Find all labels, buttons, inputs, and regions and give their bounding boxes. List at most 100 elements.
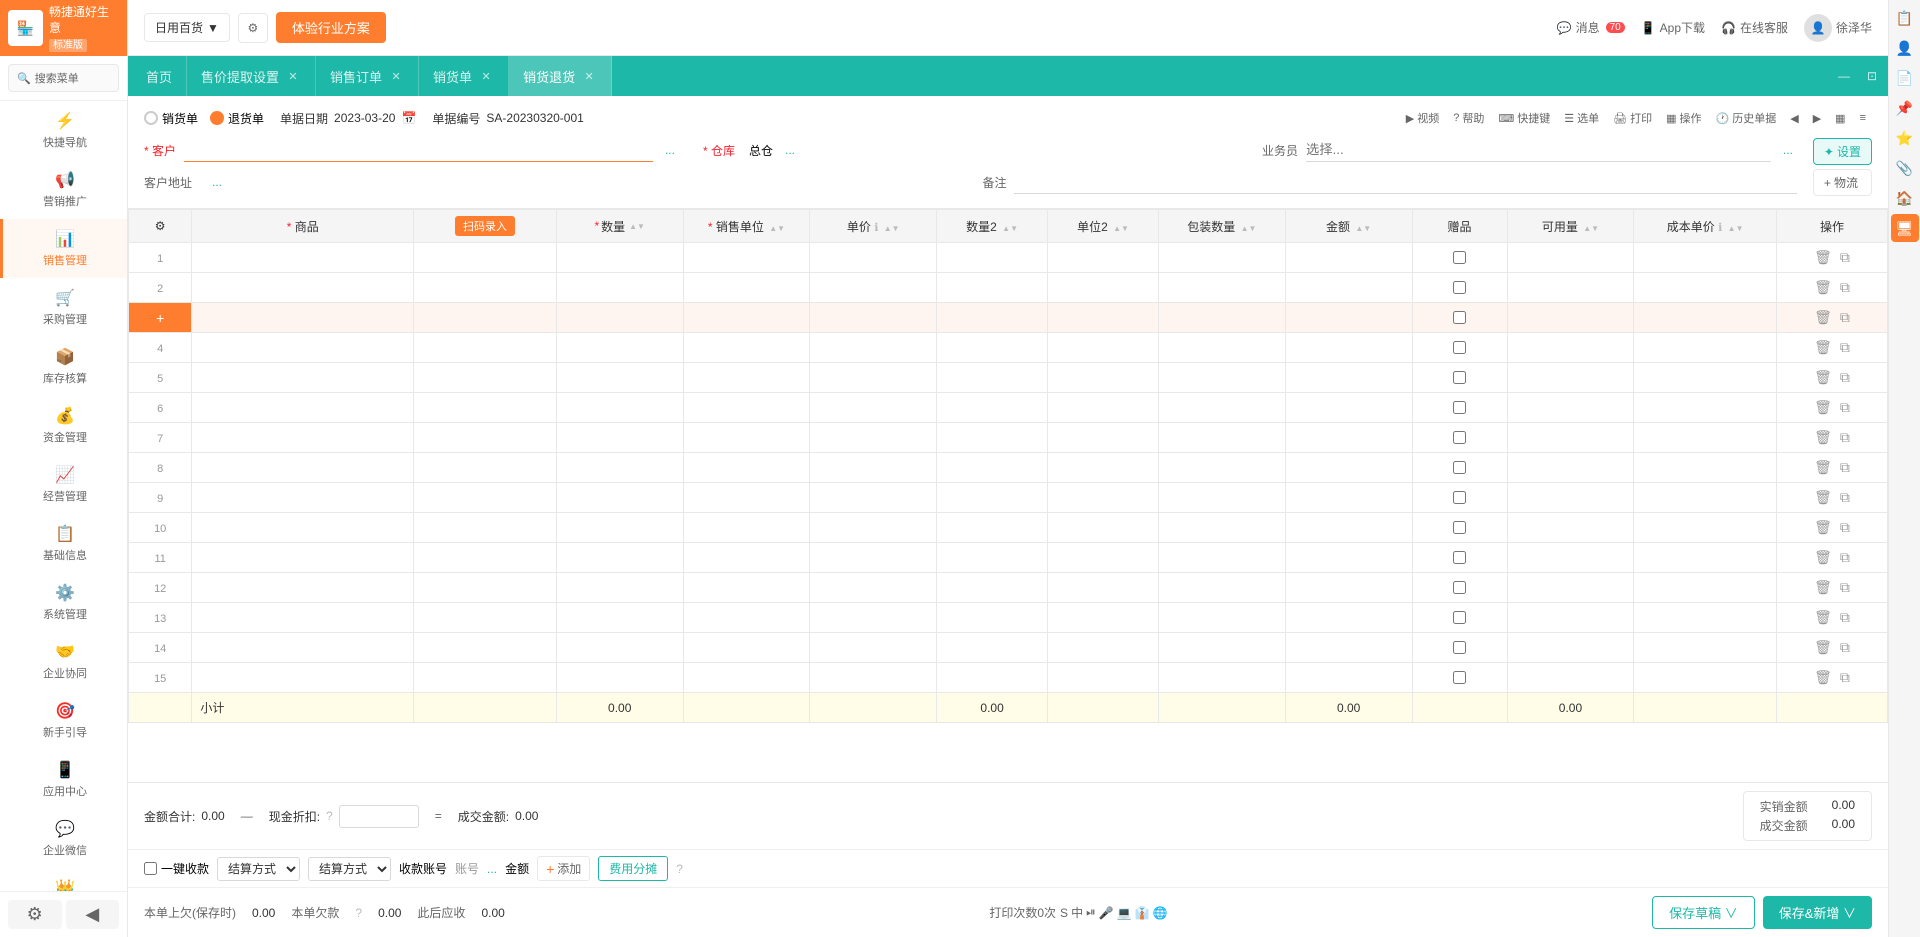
cost-sort-icon[interactable]: ▲▼ xyxy=(1728,224,1744,233)
sidebar-item-guide[interactable]: 🎯 新手引导 xyxy=(0,691,127,750)
gift-checkbox-7[interactable] xyxy=(1453,431,1466,444)
user-profile[interactable]: 👤 徐泽华 xyxy=(1804,14,1872,42)
delete-icon-12[interactable]: 🗑 xyxy=(1814,579,1832,596)
toolbar-history[interactable]: 🕐 历史单据 xyxy=(1710,108,1783,128)
delete-icon-9[interactable]: 🗑 xyxy=(1814,489,1832,506)
copy-icon-7[interactable]: ⧉ xyxy=(1840,429,1850,446)
toolbar-print[interactable]: 🖨 打印 xyxy=(1607,108,1658,128)
sidebar-item-system[interactable]: ⚙️ 系统管理 xyxy=(0,573,127,632)
sidebar-item-marketing[interactable]: 📢 营销推广 xyxy=(0,160,127,219)
th-settings[interactable]: ⚙ xyxy=(129,210,192,243)
tab-maximize-button[interactable]: ⊡ xyxy=(1860,64,1884,88)
gift-checkbox-11[interactable] xyxy=(1453,551,1466,564)
tab-sales-order[interactable]: 销售订单 ✕ xyxy=(316,56,419,96)
copy-icon-2[interactable]: ⧉ xyxy=(1840,279,1850,296)
copy-icon-11[interactable]: ⧉ xyxy=(1840,549,1850,566)
experience-btn[interactable]: 体验行业方案 xyxy=(276,12,386,43)
scan-input-button[interactable]: 扫码录入 xyxy=(455,216,515,236)
goods-input-3[interactable] xyxy=(196,310,409,325)
toolbar-shortcut[interactable]: ⌨ 快捷键 xyxy=(1492,108,1556,128)
tab-sales-delivery[interactable]: 销货单 ✕ xyxy=(419,56,509,96)
copy-icon-14[interactable]: ⧉ xyxy=(1840,639,1850,656)
tab-return-close[interactable]: ✕ xyxy=(581,68,597,84)
delete-icon-13[interactable]: 🗑 xyxy=(1814,609,1832,626)
unit2-sort-icon[interactable]: ▲▼ xyxy=(1113,224,1129,233)
method-select[interactable]: 结算方式 xyxy=(308,857,391,881)
tab-minimize-button[interactable]: — xyxy=(1832,64,1856,88)
calendar-icon[interactable]: 📅 xyxy=(401,111,416,125)
delete-icon-11[interactable]: 🗑 xyxy=(1814,549,1832,566)
toolbar-icon-2[interactable]: 中 xyxy=(1071,904,1083,921)
delete-icon-1[interactable]: 🗑 xyxy=(1814,249,1832,266)
staff-dots[interactable]: ... xyxy=(1779,143,1797,157)
qty2-sort-icon[interactable]: ▲▼ xyxy=(1002,224,1018,233)
copy-icon-1[interactable]: ⧉ xyxy=(1840,249,1850,266)
sidebar-item-inventory[interactable]: 📦 库存核算 xyxy=(0,337,127,396)
delete-icon-6[interactable]: 🗑 xyxy=(1814,399,1832,416)
right-sidebar-btn-3[interactable]: 📄 xyxy=(1891,64,1919,92)
discount-input[interactable] xyxy=(339,805,419,828)
delete-icon-15[interactable]: 🗑 xyxy=(1814,669,1832,686)
gift-checkbox-3[interactable] xyxy=(1453,311,1466,324)
online-service-button[interactable]: 🎧 在线客服 xyxy=(1721,19,1788,36)
delete-icon-8[interactable]: 🗑 xyxy=(1814,459,1832,476)
amount-sort-icon[interactable]: ▲▼ xyxy=(1355,224,1371,233)
copy-icon-5[interactable]: ⧉ xyxy=(1840,369,1850,386)
toolbar-help[interactable]: ? 帮助 xyxy=(1447,108,1490,128)
delete-icon-14[interactable]: 🗑 xyxy=(1814,639,1832,656)
gift-checkbox-5[interactable] xyxy=(1453,371,1466,384)
copy-icon-6[interactable]: ⧉ xyxy=(1840,399,1850,416)
right-sidebar-btn-7[interactable]: 🏠 xyxy=(1891,184,1919,212)
calc-method-select[interactable]: 结算方式 xyxy=(217,857,300,881)
tab-price-settings[interactable]: 售价提取设置 ✕ xyxy=(187,56,316,96)
fee-help-icon[interactable]: ? xyxy=(676,862,683,876)
topbar-gear-button[interactable]: ⚙ xyxy=(238,13,268,43)
right-sidebar-btn-2[interactable]: 👤 xyxy=(1891,34,1919,62)
save-draft-button[interactable]: 保存草稿 ∨ xyxy=(1652,896,1755,929)
account-dots[interactable]: ... xyxy=(487,862,497,876)
gift-checkbox-9[interactable] xyxy=(1453,491,1466,504)
gift-checkbox-6[interactable] xyxy=(1453,401,1466,414)
sidebar-item-basic-info[interactable]: 📋 基础信息 xyxy=(0,514,127,573)
sidebar-settings-button[interactable]: ⚙ xyxy=(8,900,62,929)
price-sort-icon[interactable]: ▲▼ xyxy=(884,224,900,233)
toolbar-icon-4[interactable]: 🎤 xyxy=(1099,906,1114,920)
gift-checkbox-8[interactable] xyxy=(1453,461,1466,474)
discount-help-icon[interactable]: ? xyxy=(326,809,333,823)
gift-checkbox-15[interactable] xyxy=(1453,671,1466,684)
gift-checkbox-13[interactable] xyxy=(1453,611,1466,624)
toolbar-icon-7[interactable]: 🌐 xyxy=(1153,906,1168,920)
right-sidebar-btn-6[interactable]: 📎 xyxy=(1891,154,1919,182)
sidebar-item-wechat[interactable]: 💬 企业微信 xyxy=(0,809,127,868)
gift-checkbox-2[interactable] xyxy=(1453,281,1466,294)
delete-icon-7[interactable]: 🗑 xyxy=(1814,429,1832,446)
toolbar-grid2[interactable]: ≡ xyxy=(1854,110,1872,126)
sidebar-item-enterprise[interactable]: 🤝 企业协同 xyxy=(0,632,127,691)
warehouse-dots[interactable]: ... xyxy=(781,143,799,157)
sidebar-item-member[interactable]: 👑 畅会员 xyxy=(0,868,127,891)
industry-selector[interactable]: 日用百货 ▼ xyxy=(144,13,230,42)
staff-input[interactable] xyxy=(1306,138,1771,162)
sidebar-collapse-button[interactable]: ◀ xyxy=(66,900,120,929)
gift-checkbox-1[interactable] xyxy=(1453,251,1466,264)
radio-delivery[interactable]: 销货单 xyxy=(144,110,198,127)
right-sidebar-btn-1[interactable]: 📋 xyxy=(1891,4,1919,32)
message-button[interactable]: 💬 消息 70 xyxy=(1557,19,1625,36)
copy-icon-10[interactable]: ⧉ xyxy=(1840,519,1850,536)
copy-icon-3[interactable]: ⧉ xyxy=(1840,309,1850,326)
toolbar-icon-1[interactable]: S xyxy=(1060,906,1068,920)
tab-price-close[interactable]: ✕ xyxy=(285,68,301,84)
unit-sort-icon[interactable]: ▲▼ xyxy=(769,224,785,233)
copy-icon-12[interactable]: ⧉ xyxy=(1840,579,1850,596)
toolbar-prev[interactable]: ◀ xyxy=(1784,110,1804,127)
delete-icon-10[interactable]: 🗑 xyxy=(1814,519,1832,536)
avail-sort-icon[interactable]: ▲▼ xyxy=(1583,224,1599,233)
notes-input[interactable] xyxy=(1014,170,1796,194)
toolbar-operate[interactable]: ▦ 操作 xyxy=(1660,108,1707,128)
copy-icon-13[interactable]: ⧉ xyxy=(1840,609,1850,626)
toolbar-video[interactable]: ▶ 视频 xyxy=(1400,108,1445,128)
address-dots[interactable]: ... xyxy=(208,175,226,189)
copy-icon-15[interactable]: ⧉ xyxy=(1840,669,1850,686)
one-click-payment-checkbox[interactable]: 一键收款 xyxy=(144,860,209,877)
gift-checkbox-12[interactable] xyxy=(1453,581,1466,594)
